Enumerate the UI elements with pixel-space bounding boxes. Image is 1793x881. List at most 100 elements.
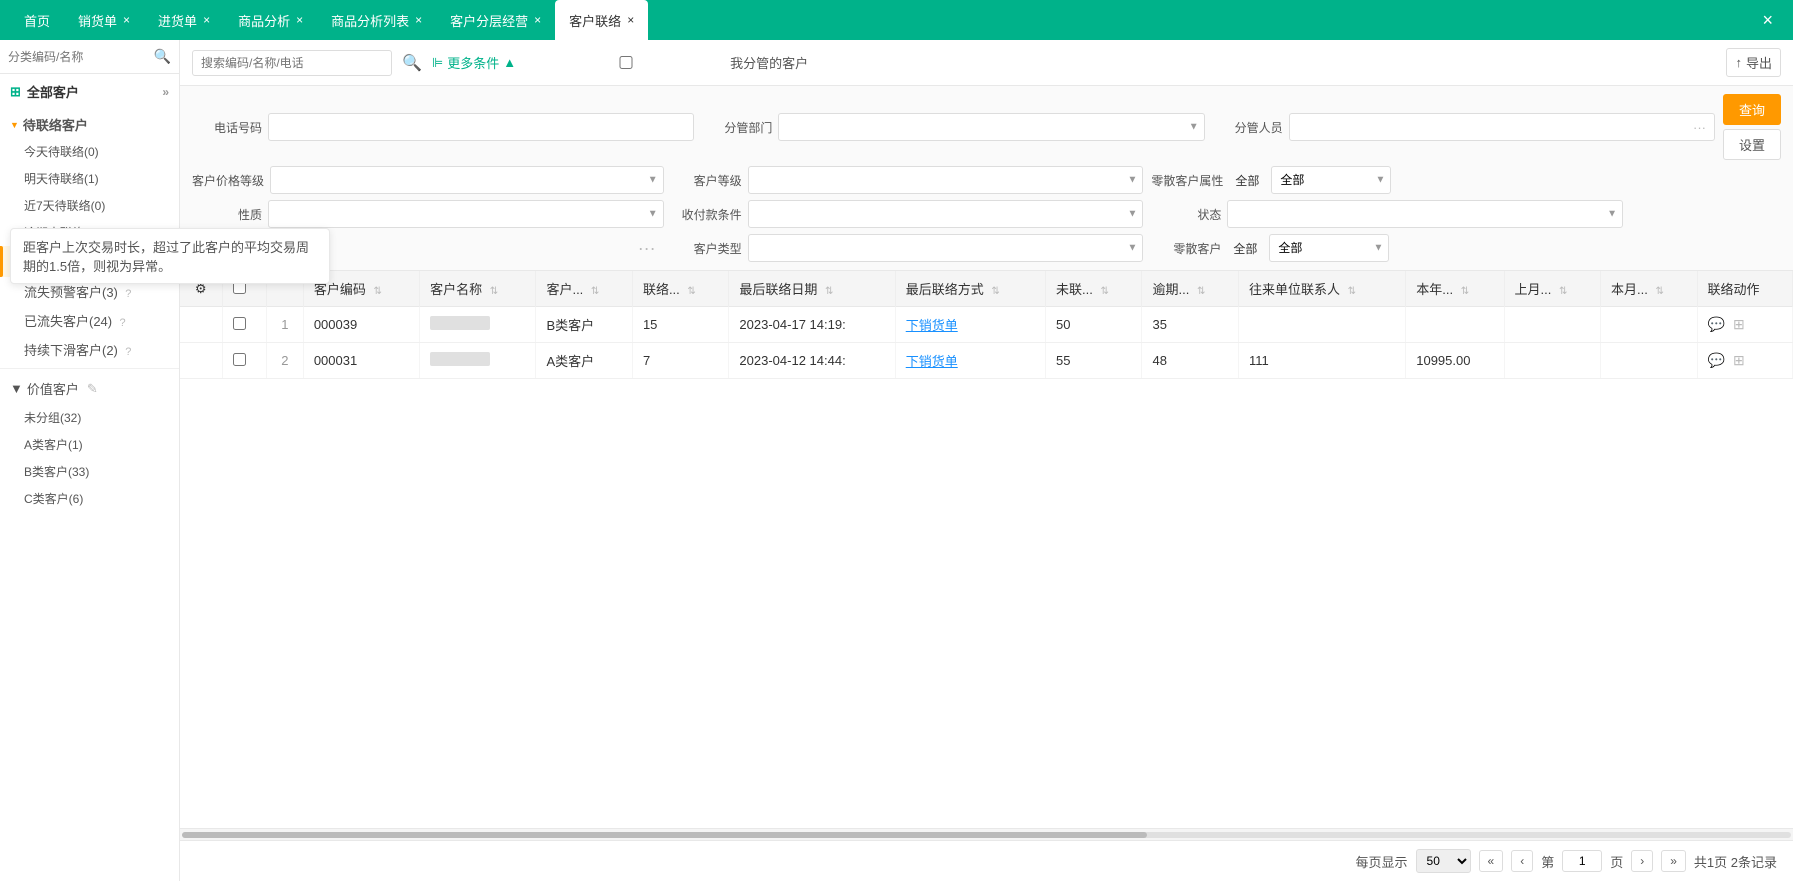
th-this-year[interactable]: 本年... ⇅ [1406, 271, 1504, 307]
row1-checkbox[interactable] [233, 317, 246, 330]
sidebar-collapse-icon[interactable]: » [162, 85, 169, 99]
payment-select[interactable] [748, 200, 1144, 228]
price-level-wrap: ▼ [270, 166, 664, 194]
td-name-1 [420, 307, 536, 343]
sidebar-all-customers[interactable]: ⊞ 全部客户 » [0, 74, 179, 109]
content-area: 🔍 ⊫ 更多条件 ▲ 我分管的客户 ↑ 导出 [180, 40, 1793, 881]
nav-item-analysis[interactable]: 商品分析 × [224, 0, 317, 40]
phone-input[interactable] [268, 113, 694, 141]
app-root: 首页 销货单 × 进货单 × 商品分析 × 商品分析列表 × 客户分层经营 × … [0, 0, 1793, 881]
last-method-link-1[interactable]: 下销货单 [906, 318, 958, 333]
customer-level-select[interactable] [748, 166, 1144, 194]
retail-attr-select[interactable]: 全部 [1271, 166, 1391, 194]
close-customer-layers-icon[interactable]: × [534, 13, 541, 27]
sidebar-item-decline[interactable]: 持续下滑客户(2) ? [0, 335, 179, 364]
sidebar-value-customer-header[interactable]: ▼ 价值客户 ✎ [0, 373, 179, 404]
sidebar-search-input[interactable] [8, 50, 150, 64]
th-type[interactable]: 客户... ⇅ [536, 271, 632, 307]
first-page-button[interactable]: « [1479, 850, 1504, 872]
action-grid-icon-2[interactable]: ⊞ [1733, 352, 1745, 369]
window-close-icon[interactable]: × [1752, 10, 1783, 31]
my-customer-checkbox-area[interactable]: 我分管的客户 [526, 53, 808, 72]
action-chat-icon-1[interactable]: 💬 [1708, 316, 1725, 333]
close-customer-contact-icon[interactable]: × [627, 13, 634, 27]
per-page-select[interactable]: 10 20 50 100 [1416, 849, 1471, 873]
export-button[interactable]: ↑ 导出 [1726, 48, 1781, 77]
query-button[interactable]: 查询 [1723, 94, 1781, 125]
th-last-month[interactable]: 上月... ⇅ [1504, 271, 1600, 307]
help-icon-loss[interactable]: ? [125, 288, 131, 300]
value-edit-icon[interactable]: ✎ [87, 381, 98, 397]
td-type-2: A类客户 [536, 343, 632, 379]
close-analysis-list-icon[interactable]: × [415, 13, 422, 27]
action-chat-icon-2[interactable]: 💬 [1708, 352, 1725, 369]
th-last-date[interactable]: 最后联络日期 ⇅ [729, 271, 895, 307]
td-checkbox-1 [222, 307, 266, 343]
th-name[interactable]: 客户名称 ⇅ [420, 271, 536, 307]
close-sales-icon[interactable]: × [123, 13, 130, 27]
my-customer-checkbox[interactable] [526, 56, 726, 69]
help-icon-lost[interactable]: ? [119, 317, 125, 329]
table-header-row: ⚙ 客户编码 ⇅ 客户名称 ⇅ 客户... ⇅ 联络... ⇅ 最后联络日期 ⇅… [180, 271, 1793, 307]
action-grid-icon-1[interactable]: ⊞ [1733, 316, 1745, 333]
sidebar-pending-contact-header[interactable]: ▼ 待联络客户 [0, 109, 179, 138]
horizontal-scrollbar[interactable] [180, 828, 1793, 840]
dept-select[interactable] [778, 113, 1204, 141]
nav-item-analysis-list[interactable]: 商品分析列表 × [317, 0, 436, 40]
retail-customer-select[interactable]: 全部 [1269, 234, 1389, 262]
triangle-icon: ▼ [10, 120, 19, 130]
sidebar-item-today[interactable]: 今天待联络(0) [0, 138, 179, 165]
filter-more-dots[interactable]: ··· [638, 238, 656, 259]
td-rownum-2: 2 [266, 343, 303, 379]
th-last-method[interactable]: 最后联络方式 ⇅ [895, 271, 1045, 307]
td-last-method-2[interactable]: 下销货单 [895, 343, 1045, 379]
th-uncontacted[interactable]: 未联... ⇅ [1046, 271, 1142, 307]
next-page-button[interactable]: › [1631, 850, 1653, 872]
export-icon: ↑ [1735, 55, 1742, 70]
nav-item-sales[interactable]: 销货单 × [64, 0, 144, 40]
last-page-button[interactable]: » [1661, 850, 1686, 872]
td-gear-1 [180, 307, 222, 343]
more-conditions-button[interactable]: ⊫ 更多条件 ▲ [432, 53, 516, 72]
nav-item-purchase[interactable]: 进货单 × [144, 0, 224, 40]
price-level-select[interactable] [270, 166, 664, 194]
sidebar-item-7days[interactable]: 近7天待联络(0) [0, 192, 179, 219]
close-purchase-icon[interactable]: × [203, 13, 210, 27]
person-select[interactable]: ··· [1289, 113, 1715, 141]
row2-checkbox[interactable] [233, 353, 246, 366]
customer-level-wrap: ▼ [748, 166, 1144, 194]
nature-select[interactable] [268, 200, 664, 228]
sidebar-item-c-class[interactable]: C类客户(6) [0, 485, 179, 512]
page-input[interactable] [1562, 850, 1602, 872]
filter-status-label: 状态 [1151, 206, 1221, 223]
settings-button[interactable]: 设置 [1723, 129, 1781, 160]
status-select[interactable] [1227, 200, 1623, 228]
td-code-1: 000039 [303, 307, 419, 343]
sidebar-search-icon[interactable]: 🔍 [154, 48, 171, 65]
td-last-method-1[interactable]: 下销货单 [895, 307, 1045, 343]
filter-person: 分管人员 ··· [1213, 113, 1715, 141]
close-analysis-icon[interactable]: × [296, 13, 303, 27]
filter-dept-label: 分管部门 [702, 119, 772, 136]
nav-item-customer-layers[interactable]: 客户分层经营 × [436, 0, 555, 40]
prev-page-button[interactable]: ‹ [1511, 850, 1533, 872]
th-unit-contact[interactable]: 往来单位联系人 ⇅ [1238, 271, 1405, 307]
last-method-link-2[interactable]: 下销货单 [906, 354, 958, 369]
th-overdue[interactable]: 逾期... ⇅ [1142, 271, 1238, 307]
sidebar-item-a-class[interactable]: A类客户(1) [0, 431, 179, 458]
sidebar-item-already-lost[interactable]: 已流失客户(24) ? [0, 306, 179, 335]
sidebar-item-tomorrow[interactable]: 明天待联络(1) [0, 165, 179, 192]
td-last-month-1 [1504, 307, 1600, 343]
sidebar-item-b-class[interactable]: B类客户(33) [0, 458, 179, 485]
td-uncontacted-2: 55 [1046, 343, 1142, 379]
search-input[interactable] [192, 50, 392, 76]
th-this-month[interactable]: 本月... ⇅ [1601, 271, 1697, 307]
help-icon-decline[interactable]: ? [125, 346, 131, 358]
nav-item-customer-contact[interactable]: 客户联络 × [555, 0, 648, 40]
th-contact[interactable]: 联络... ⇅ [632, 271, 728, 307]
scrollbar-thumb[interactable] [182, 832, 1147, 838]
nav-item-home[interactable]: 首页 [10, 0, 64, 40]
customer-type-select[interactable] [748, 234, 1144, 262]
sidebar-item-ungrouped[interactable]: 未分组(32) [0, 404, 179, 431]
search-button-icon[interactable]: 🔍 [402, 53, 422, 73]
